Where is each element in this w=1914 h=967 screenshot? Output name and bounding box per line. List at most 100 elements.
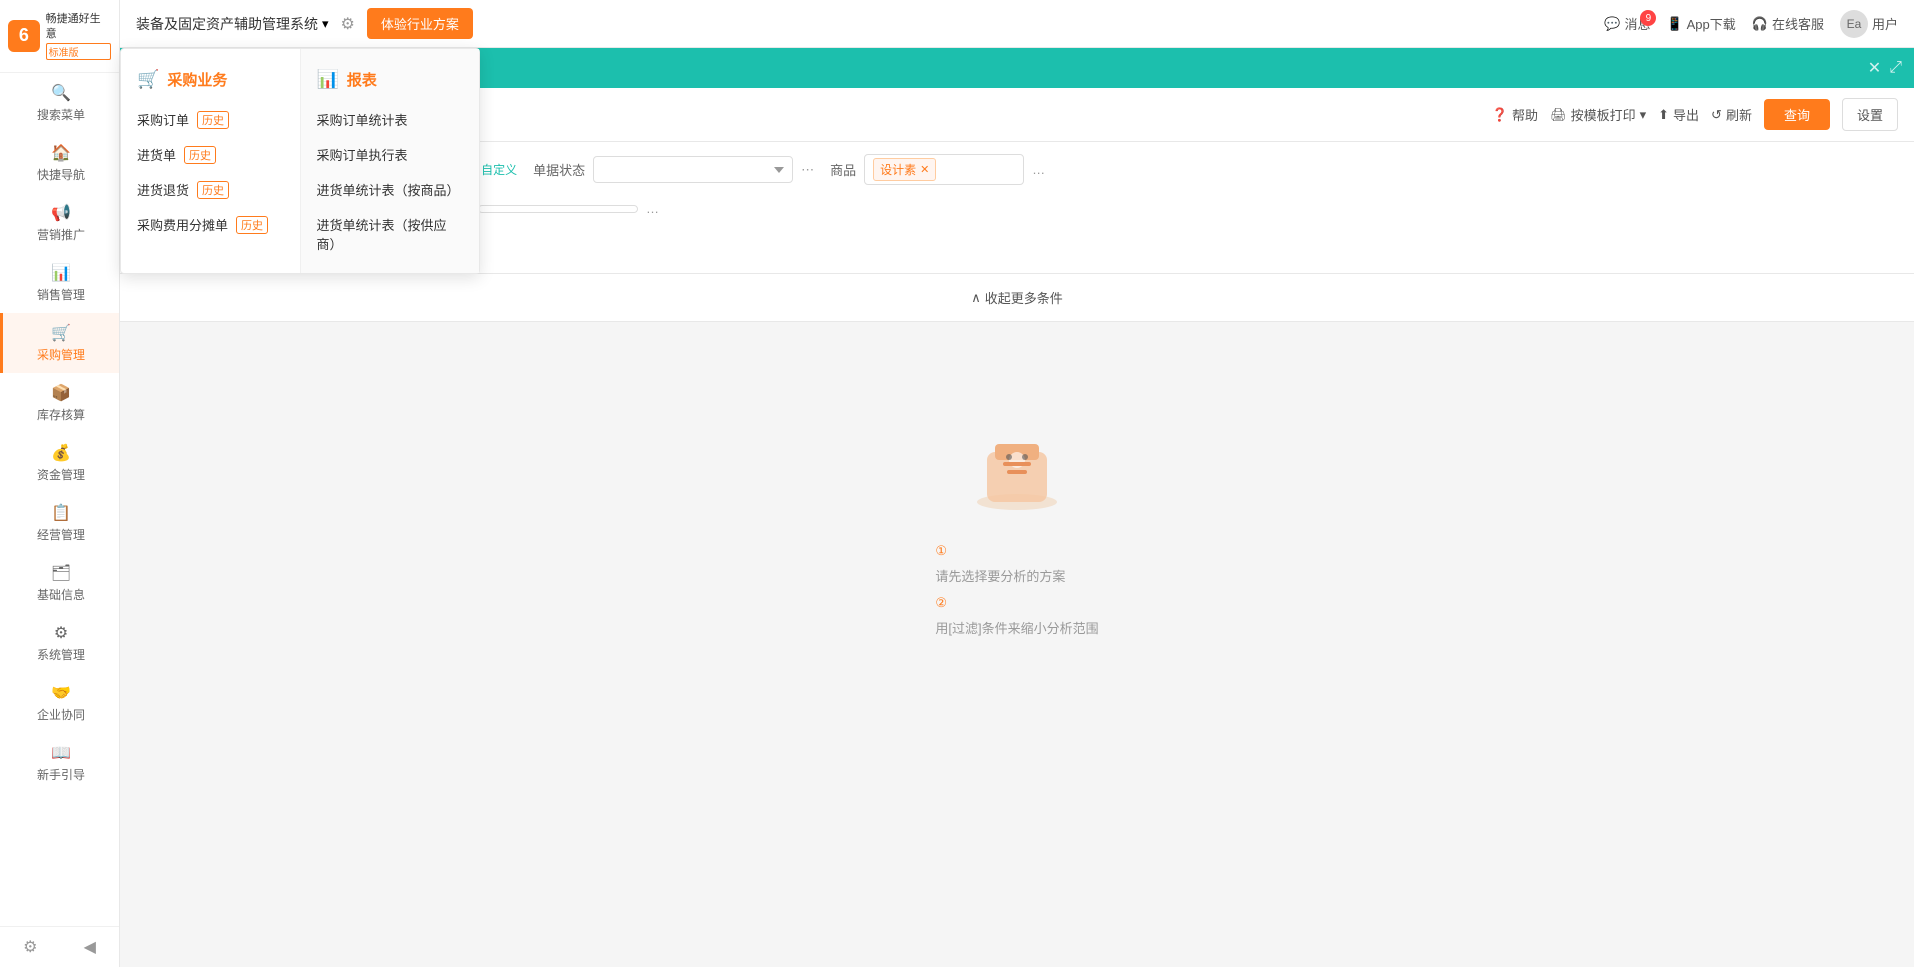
voucher-status-filter: 单据状态 ⋯ [533,156,814,183]
industry-btn[interactable]: 体验行业方案 [367,8,473,39]
print-icon: 🖨 [1550,107,1567,123]
sidebar-item-inventory[interactable]: 📦 库存核算 [0,373,119,433]
message-btn[interactable]: 💬 消息 9 [1604,14,1650,33]
nav-icon-basic: 🗂 [51,563,71,583]
nav-label-search: 搜索菜单 [37,106,85,123]
avatar: Ea [1840,10,1868,38]
topbar-right: 💬 消息 9 📱 App下载 🎧 在线客服 Ea 用户 [1604,10,1898,38]
message-icon: 💬 [1604,16,1620,32]
sidebar-item-system[interactable]: ⚙系统管理 [0,613,119,673]
dropdown-receive[interactable]: 进货单 历史 [121,137,300,172]
nav-icon-operations: 📋 [51,503,71,523]
sidebar-item-purchase[interactable]: 🛒 采购管理 [0,313,119,373]
nav-label-enterprise: 企业协同 [37,706,85,723]
logo-badge: 标准版 [46,43,111,60]
export-btn[interactable]: ⬆ 导出 [1658,105,1699,124]
help-btn[interactable]: ❓ 帮助 [1492,105,1538,124]
goods-filter: 商品 设计素 ✕ … [830,154,1045,185]
purchase-order-label: 采购订单 [137,110,189,129]
empty-illustration [957,402,1077,522]
headset-icon: 🎧 [1752,16,1768,32]
nav-label-purchase: 采购管理 [37,346,85,363]
export-icon: ⬆ [1658,107,1669,123]
goods-more[interactable]: … [1032,162,1045,177]
expense-label: 采购费用分摊单 [137,215,228,234]
sidebar-nav: 🔍搜索菜单 🏠 快捷导航 📢营销推广 📊 销售管理 🛒 采购管理 📦 库存核算 💰资金管理 📋 经营管理… [0,73,119,926]
sidebar-item-search[interactable]: 🔍搜索菜单 [0,73,119,133]
empty-state: ① 请先选择要分析的方案 ② 用[过滤]条件来缩小分析范围 [120,322,1914,722]
nav-icon-guide: 📖 [51,743,71,763]
nav-icon-system: ⚙ [54,623,68,643]
sidebar-item-enterprise[interactable]: 🤝 企业协同 [0,673,119,733]
order-exec-label: 采购订单执行表 [317,145,408,164]
print-arrow: ▾ [1640,107,1647,123]
purchase-col-icon: 🛒 [137,69,159,90]
expense-hist: 历史 [236,216,268,234]
settings-btn[interactable]: 设置 [1842,98,1898,131]
sidebar-bottom: ⚙ ◀ [0,926,119,967]
tab-close-all-icon[interactable]: ✕ [1868,58,1881,78]
sidebar: 6 畅捷通好生意 标准版 🔍搜索菜单🏠快捷导航📢营销推广📊销售管理🛒采购管理📦库… [0,0,120,967]
dropdown-return[interactable]: 进货退货 历史 [121,172,300,207]
empty-hint-1: ① 请先选择要分析的方案 [935,538,1098,590]
refresh-icon: ↺ [1711,107,1722,123]
voucher-status-label: 单据状态 [533,160,585,179]
user-btn[interactable]: Ea 用户 [1840,10,1898,38]
dropdown-receive-supplier[interactable]: 进货单统计表（按供应商） [301,207,480,261]
tab-expand-icon[interactable]: ⤢ [1889,59,1902,77]
sidebar-item-sales[interactable]: 📊 销售管理 [0,253,119,313]
query-btn[interactable]: 查询 [1764,99,1830,130]
system-title: 装备及固定资产辅助管理系统 [136,14,318,34]
dropdown-arrow: ▾ [322,16,329,32]
staff-more[interactable]: … [646,201,659,216]
nav-icon-sales: 📊 [51,263,71,283]
app-download-btn[interactable]: 📱 App下载 [1666,14,1735,33]
shortcut-custom[interactable]: 自定义 [481,161,517,178]
voucher-status-more[interactable]: ⋯ [801,162,814,178]
nav-label-basic: 基础信息 [37,586,85,603]
sidebar-item-basic[interactable]: 🗂 基础信息 [0,553,119,613]
bottom-collapse-icon[interactable]: ◀ [84,937,96,957]
dropdown-purchase-order[interactable]: 采购订单 历史 [121,102,300,137]
bottom-settings-icon[interactable]: ⚙ [23,937,37,957]
logo-icon: 6 [8,20,40,52]
nav-icon-enterprise: 🤝 [51,683,71,703]
receive-label: 进货单 [137,145,176,164]
sidebar-item-guide[interactable]: 📖新手引导 [0,733,119,793]
receive-supplier-label: 进货单统计表（按供应商） [317,215,464,253]
tabbar-right-icons: ✕ ⤢ [1856,58,1914,78]
nav-label-sales: 销售管理 [37,286,85,303]
nav-label-operations: 经营管理 [37,526,85,543]
nav-icon-capital: 💰 [51,443,71,463]
nav-icon-purchase: 🛒 [51,323,71,343]
sidebar-item-operations[interactable]: 📋 经营管理 [0,493,119,553]
online-service-btn[interactable]: 🎧 在线客服 [1752,14,1824,33]
purchase-col-title: 采购业务 [167,69,227,90]
dropdown-report-col: 📊 报表 采购订单统计表 采购订单执行表 进货单统计表（按商品） 进货单统计表（… [300,49,480,273]
nav-icon-inventory: 📦 [51,383,71,403]
nav-label-marketing: 营销推广 [37,226,85,243]
print-btn[interactable]: 🖨 按模板打印 ▾ [1550,105,1646,124]
system-title-dropdown[interactable]: 装备及固定资产辅助管理系统 ▾ [136,14,329,34]
dropdown-order-exec[interactable]: 采购订单执行表 [301,137,480,172]
receive-hist: 历史 [184,146,216,164]
nav-label-quick: 快捷导航 [37,166,85,183]
nav-icon-quick: 🏠 [51,143,71,163]
voucher-status-select[interactable] [593,156,793,183]
sidebar-item-quick[interactable]: 🏠 快捷导航 [0,133,119,193]
sidebar-item-marketing[interactable]: 📢营销推广 [0,193,119,253]
nav-label-inventory: 库存核算 [37,406,85,423]
goods-label: 商品 [830,160,856,179]
refresh-btn[interactable]: ↺ 刷新 [1711,105,1752,124]
goods-tag-close[interactable]: ✕ [920,163,929,176]
sidebar-item-capital[interactable]: 💰资金管理 [0,433,119,493]
receive-goods-label: 进货单统计表（按商品） [317,180,460,199]
empty-hints: ① 请先选择要分析的方案 ② 用[过滤]条件来缩小分析范围 [935,538,1098,642]
dropdown-receive-goods[interactable]: 进货单统计表（按商品） [301,172,480,207]
collapse-btn[interactable]: ∧ 收起更多条件 [971,280,1063,315]
topbar-settings-icon[interactable]: ⚙ [341,14,355,34]
dropdown-expense[interactable]: 采购费用分摊单 历史 [121,207,300,242]
order-stat-label: 采购订单统计表 [317,110,408,129]
dropdown-order-stat[interactable]: 采购订单统计表 [301,102,480,137]
collapse-icon: ∧ [971,290,981,306]
